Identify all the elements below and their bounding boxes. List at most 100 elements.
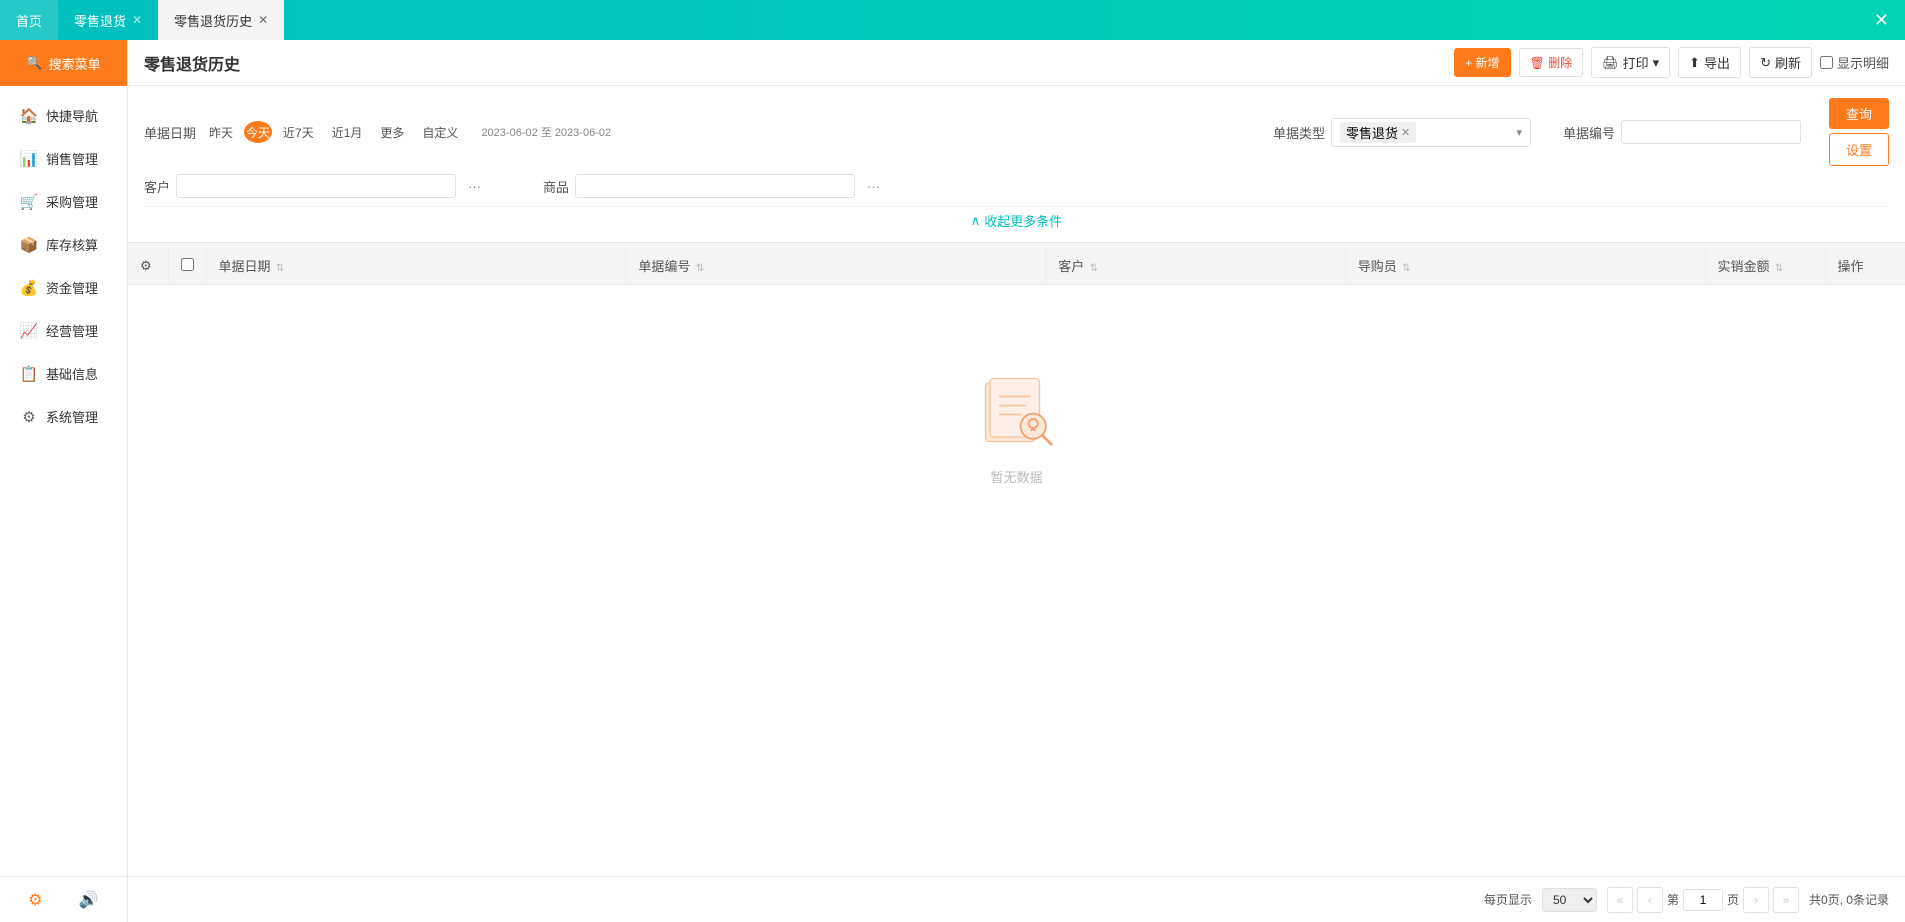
- filter-area: 单据日期 昨天 今天 近7天 近1月 更多 自定义 2023-06-02 至 2…: [128, 86, 1905, 243]
- col-date[interactable]: 单据日期 ⇅: [206, 247, 626, 285]
- export-button[interactable]: ⬆ 导出: [1678, 47, 1741, 78]
- inventory-icon: 📦: [20, 236, 38, 254]
- basic-info-icon: 📋: [20, 365, 38, 383]
- col-guide-label: 导购员: [1358, 259, 1397, 274]
- last-page-button[interactable]: »: [1773, 887, 1799, 913]
- settings-icon[interactable]: ⚙: [28, 890, 42, 910]
- goods-dots-button[interactable]: ···: [861, 177, 886, 196]
- content-area: 零售退货历史 + 新增 🗑 删除 🖨 打印 ▾ ⬆ 导出 ↻ 刷新: [128, 40, 1905, 922]
- goods-filter-input[interactable]: [575, 174, 855, 198]
- purchase-icon: 🛒: [20, 193, 38, 211]
- print-button[interactable]: 🖨 打印 ▾: [1591, 47, 1670, 78]
- customer-filter: 客户 ···: [144, 174, 487, 198]
- tab-retail-return[interactable]: 零售退货 ✕: [58, 0, 158, 40]
- col-date-label: 单据日期: [219, 259, 271, 274]
- setup-button[interactable]: 设置: [1829, 133, 1889, 166]
- col-customer-label: 客户: [1058, 259, 1084, 274]
- tab-retail-return-history-close[interactable]: ✕: [258, 13, 268, 27]
- date-btn-custom[interactable]: 自定义: [415, 121, 465, 144]
- system-icon: ⚙: [20, 408, 38, 426]
- sidebar-item-inventory-label: 库存核算: [46, 235, 98, 254]
- query-setup-group: 查询 设置: [1829, 98, 1889, 166]
- display-detail-toggle[interactable]: 显示明细: [1820, 53, 1889, 72]
- tab-retail-return-close[interactable]: ✕: [132, 13, 142, 27]
- date-btn-more[interactable]: 更多: [373, 121, 411, 144]
- business-icon: 📈: [20, 322, 38, 340]
- type-filter-select[interactable]: 零售退货 ✕ ▾: [1331, 118, 1531, 147]
- prev-page-button[interactable]: ‹: [1637, 887, 1663, 913]
- refresh-label: 刷新: [1775, 53, 1801, 72]
- date-filter-buttons: 昨天 今天 近7天 近1月 更多 自定义: [202, 121, 465, 144]
- page-number-input[interactable]: 1: [1683, 889, 1723, 911]
- tab-retail-return-history[interactable]: 零售退货历史 ✕: [158, 0, 284, 40]
- query-button[interactable]: 查询: [1829, 98, 1889, 129]
- sidebar-item-basic-label: 基础信息: [46, 364, 98, 383]
- date-filter-label: 单据日期: [144, 123, 196, 142]
- search-icon: 🔍: [26, 55, 42, 71]
- date-btn-1month[interactable]: 近1月: [325, 121, 370, 144]
- col-amount[interactable]: 实销金额 ⇅: [1705, 247, 1825, 285]
- col-settings[interactable]: ⚙: [128, 247, 168, 285]
- customer-filter-input[interactable]: [176, 174, 456, 198]
- sidebar-item-business[interactable]: 📈 经营管理: [0, 309, 127, 352]
- col-customer[interactable]: 客户 ⇅: [1046, 247, 1346, 285]
- type-tag-close[interactable]: ✕: [1401, 126, 1410, 139]
- settings-gear-icon[interactable]: ⚙: [140, 258, 152, 273]
- volume-icon[interactable]: 🔊: [79, 890, 99, 910]
- sidebar-item-quicknav[interactable]: 🏠 快捷导航: [0, 94, 127, 137]
- sidebar-item-sales[interactable]: 📊 销售管理: [0, 137, 127, 180]
- type-tag-value: 零售退货: [1346, 123, 1398, 142]
- sidebar-item-basic[interactable]: 📋 基础信息: [0, 352, 127, 395]
- date-btn-7days[interactable]: 近7天: [276, 121, 321, 144]
- sidebar-item-finance-label: 资金管理: [46, 278, 98, 297]
- customer-dots-button[interactable]: ···: [462, 177, 487, 196]
- col-guide[interactable]: 导购员 ⇅: [1345, 247, 1705, 285]
- sidebar-item-finance[interactable]: 💰 资金管理: [0, 266, 127, 309]
- sidebar-search-button[interactable]: 🔍 搜索菜单: [0, 40, 127, 86]
- page-title: 零售退货历史: [144, 51, 240, 75]
- tab-home[interactable]: 首页: [0, 0, 58, 40]
- page-unit: 页: [1727, 891, 1739, 908]
- table-header: ⚙ 单据日期 ⇅ 单据编号 ⇅: [128, 247, 1905, 285]
- collapse-button[interactable]: ∧ 收起更多条件: [144, 206, 1889, 234]
- sales-icon: 📊: [20, 150, 38, 168]
- print-icon: 🖨: [1602, 55, 1619, 71]
- goods-filter-label: 商品: [543, 177, 569, 196]
- window-close-button[interactable]: ✕: [1874, 10, 1905, 31]
- col-op-label: 操作: [1838, 259, 1864, 274]
- col-check: [168, 247, 206, 285]
- date-btn-today[interactable]: 今天: [244, 121, 272, 143]
- sort-date-icon: ⇅: [276, 263, 284, 274]
- per-page-select[interactable]: 50 100 200: [1542, 888, 1597, 912]
- first-page-button[interactable]: «: [1607, 887, 1633, 913]
- tab-retail-return-history-label: 零售退货历史: [174, 11, 252, 30]
- export-label: 导出: [1704, 53, 1730, 72]
- display-detail-checkbox[interactable]: [1820, 56, 1833, 69]
- sidebar-item-purchase[interactable]: 🛒 采购管理: [0, 180, 127, 223]
- sidebar-item-quicknav-label: 快捷导航: [46, 106, 98, 125]
- select-all-checkbox[interactable]: [181, 258, 194, 271]
- toolbar-buttons: + 新增 🗑 删除 🖨 打印 ▾ ⬆ 导出 ↻ 刷新 显示明细: [1454, 47, 1889, 78]
- sidebar-item-inventory[interactable]: 📦 库存核算: [0, 223, 127, 266]
- main-layout: 🔍 搜索菜单 🏠 快捷导航 📊 销售管理 🛒 采购管理 📦 库存核算 💰: [0, 40, 1905, 922]
- sidebar-item-system[interactable]: ⚙ 系统管理: [0, 395, 127, 438]
- top-bar: 首页 零售退货 ✕ 零售退货历史 ✕ ✕: [0, 0, 1905, 40]
- date-btn-yesterday[interactable]: 昨天: [202, 121, 240, 144]
- date-range-text: 2023-06-02 至 2023-06-02: [481, 124, 611, 140]
- data-table: ⚙ 单据日期 ⇅ 单据编号 ⇅: [128, 247, 1905, 285]
- refresh-button[interactable]: ↻ 刷新: [1749, 47, 1812, 78]
- collapse-label: 收起更多条件: [984, 211, 1062, 230]
- new-button[interactable]: + 新增: [1454, 48, 1510, 77]
- number-filter-label: 单据编号: [1563, 123, 1615, 142]
- number-filter-input[interactable]: [1621, 120, 1801, 144]
- sidebar-item-business-label: 经营管理: [46, 321, 98, 340]
- footer-pagination: 每页显示 50 100 200 « ‹ 第 1 页 › » 共0页, 0条记录: [128, 876, 1905, 922]
- col-number[interactable]: 单据编号 ⇅: [626, 247, 1046, 285]
- type-filter: 单据类型 零售退货 ✕ ▾: [1273, 118, 1531, 147]
- delete-button[interactable]: 🗑 删除: [1519, 48, 1584, 77]
- tab-retail-return-label: 零售退货: [74, 11, 126, 30]
- per-page-label: 每页显示: [1484, 891, 1532, 908]
- chevron-up-icon: ∧: [971, 213, 981, 229]
- sidebar-item-system-label: 系统管理: [46, 407, 98, 426]
- next-page-button[interactable]: ›: [1743, 887, 1769, 913]
